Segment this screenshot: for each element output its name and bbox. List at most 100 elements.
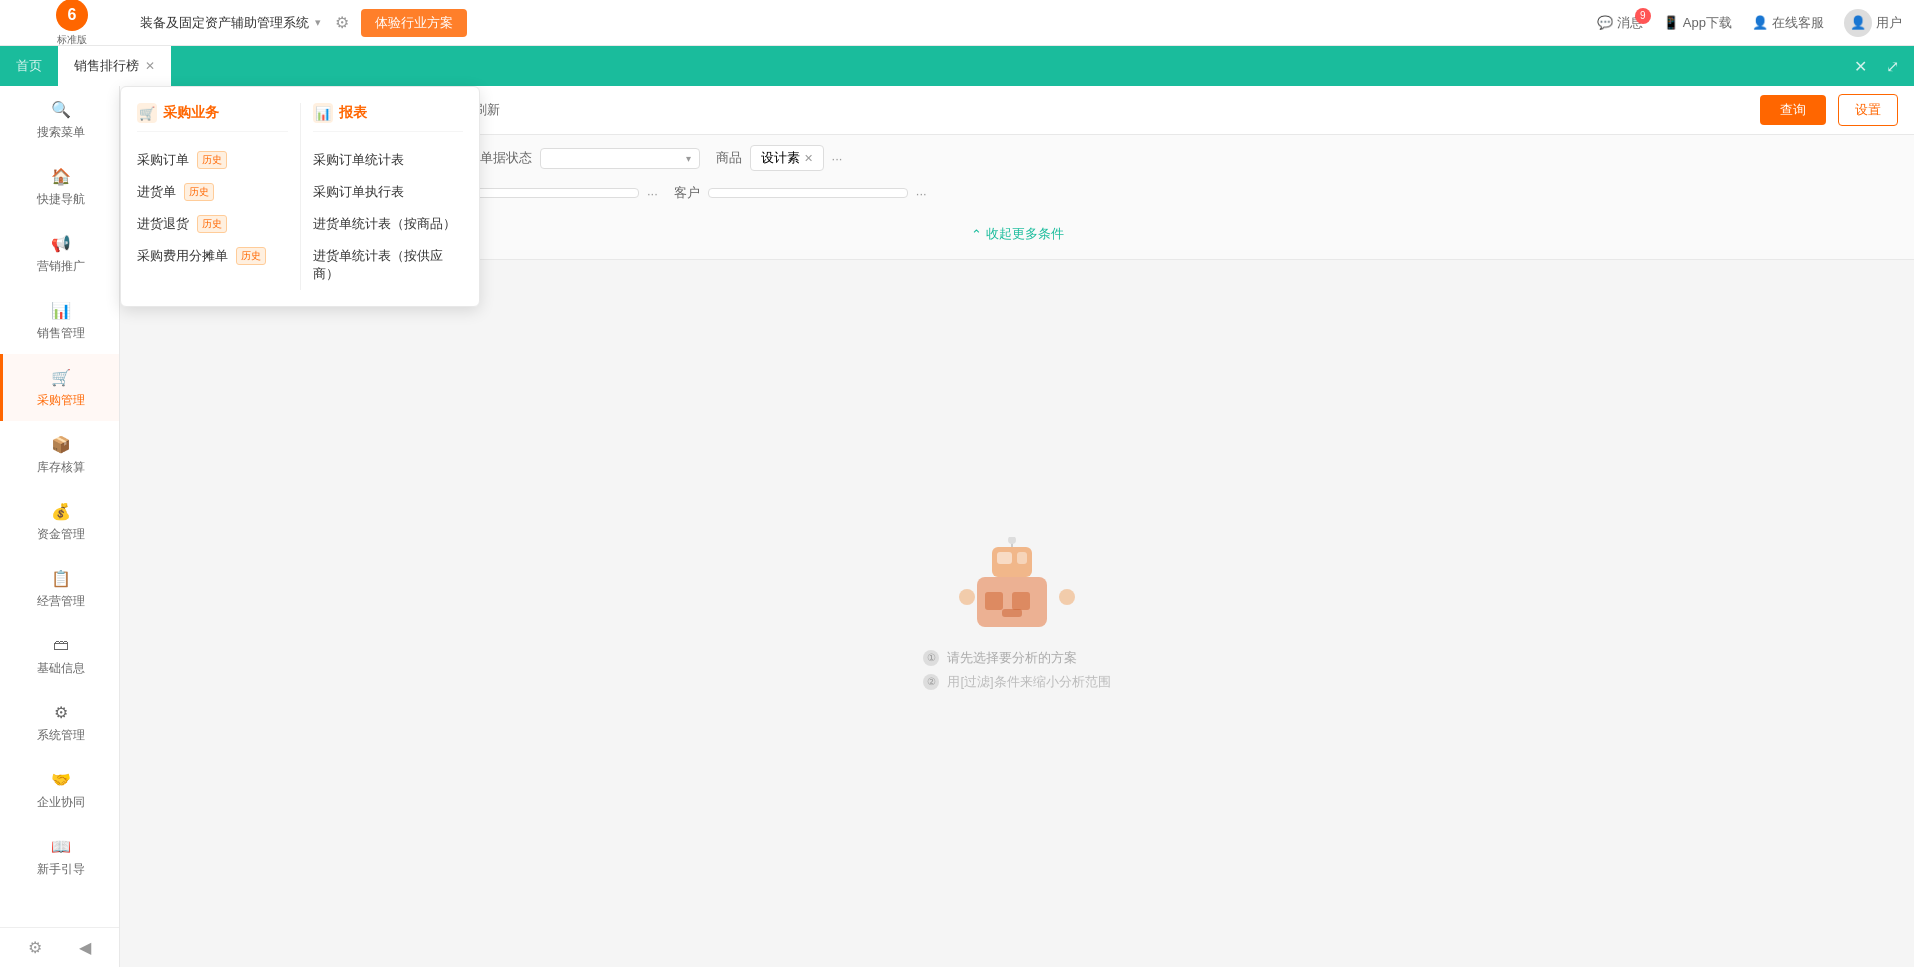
tab-home[interactable]: 首页 xyxy=(0,46,58,86)
sidebar-item-marketing-label: 营销推广 xyxy=(37,258,85,275)
sidebar-item-system[interactable]: ⚙ 系统管理 xyxy=(0,689,119,756)
empty-icon-svg xyxy=(957,537,1077,637)
hist-badge-0: 历史 xyxy=(197,151,227,169)
sidebar-item-quicknav[interactable]: 🏠 快捷导航 xyxy=(0,153,119,220)
report-po-exec-item[interactable]: 采购订单执行表 xyxy=(313,176,464,208)
empty-steps: ① 请先选择要分析的方案 ② 用[过滤]条件来缩小分析范围 xyxy=(923,649,1110,691)
sidebar-item-operation-label: 经营管理 xyxy=(37,593,85,610)
collapse-label: 收起更多条件 xyxy=(986,225,1064,243)
sidebar-item-sales-label: 销售管理 xyxy=(37,325,85,342)
settings-icon[interactable]: ⚙ xyxy=(335,13,349,32)
system-title-area: 装备及固定资产辅助管理系统 ▾ ⚙ xyxy=(140,13,349,32)
marketing-icon: 📢 xyxy=(50,232,72,254)
report-title-text: 报表 xyxy=(339,104,367,122)
goods-tag-remove-icon[interactable]: ✕ xyxy=(804,152,813,165)
report-po-stat-item[interactable]: 采购订单统计表 xyxy=(313,144,464,176)
purchase-expense-label: 采购费用分摊单 xyxy=(137,247,228,265)
sidebar-item-system-label: 系统管理 xyxy=(37,727,85,744)
goods-more-icon[interactable]: ··· xyxy=(832,151,843,166)
user-btn[interactable]: 👤 用户 xyxy=(1844,9,1902,37)
purchase-icon: 🛒 xyxy=(50,366,72,388)
system-icon: ⚙ xyxy=(50,701,72,723)
guide-icon: 📖 xyxy=(50,835,72,857)
purchase-order-item[interactable]: 采购订单 历史 xyxy=(137,144,288,176)
phone-icon: 📱 xyxy=(1663,15,1679,30)
purchase-title-text: 采购业务 xyxy=(163,104,219,122)
collapse-up-icon: ⌃ xyxy=(971,227,982,242)
report-section-title: 📊 报表 xyxy=(313,103,464,132)
tab-maximize-icon[interactable]: ⤢ xyxy=(1878,52,1906,80)
home-icon: 🏠 xyxy=(50,165,72,187)
cooperation-icon: 🤝 xyxy=(50,768,72,790)
message-badge: 9 xyxy=(1635,8,1651,24)
query-btn[interactable]: 查询 xyxy=(1760,95,1826,125)
svg-rect-2 xyxy=(997,552,1012,564)
tab-bar: 首页 销售排行榜 ✕ ✕ ⤢ xyxy=(0,46,1914,86)
sidebar-item-search[interactable]: 🔍 搜索菜单 xyxy=(0,86,119,153)
sidebar-item-purchase[interactable]: 🛒 采购管理 xyxy=(0,354,119,421)
sidebar-item-basic[interactable]: 🗃 基础信息 xyxy=(0,622,119,689)
dropdown-divider xyxy=(300,103,301,290)
tab-bar-right: ✕ ⤢ xyxy=(1846,52,1914,80)
tab-close-window-icon[interactable]: ✕ xyxy=(1846,52,1874,80)
basic-icon: 🗃 xyxy=(50,634,72,656)
hist-badge-1: 历史 xyxy=(184,183,214,201)
report-receipt-supplier-item[interactable]: 进货单统计表（按供应商） xyxy=(313,240,464,290)
purchase-receipt-label: 进货单 xyxy=(137,183,176,201)
purchase-receipt-item[interactable]: 进货单 历史 xyxy=(137,176,288,208)
customer-select[interactable] xyxy=(708,188,908,198)
salesperson-more-icon[interactable]: ··· xyxy=(647,186,658,201)
svg-point-10 xyxy=(1008,537,1016,544)
purchase-expense-item[interactable]: 采购费用分摊单 历史 xyxy=(137,240,288,272)
sidebar-item-guide[interactable]: 📖 新手引导 xyxy=(0,823,119,890)
sidebar-item-cooperation[interactable]: 🤝 企业协同 xyxy=(0,756,119,823)
message-icon: 💬 xyxy=(1597,15,1613,30)
tab-home-label: 首页 xyxy=(16,57,42,75)
svg-rect-4 xyxy=(985,592,1003,610)
purchase-section-icon: 🛒 xyxy=(137,103,157,123)
top-bar: 6 标准版 装备及固定资产辅助管理系统 ▾ ⚙ 体验行业方案 💬 消息 9 📱 … xyxy=(0,0,1914,46)
report-section-icon: 📊 xyxy=(313,103,333,123)
sidebar-item-operation[interactable]: 📋 经营管理 xyxy=(0,555,119,622)
online-service-label: 在线客服 xyxy=(1772,14,1824,32)
tab-sales-rank[interactable]: 销售排行榜 ✕ xyxy=(58,46,171,86)
tab-close-icon[interactable]: ✕ xyxy=(145,59,155,73)
sidebar-collapse-icon[interactable]: ◀ xyxy=(79,938,91,957)
status-chevron-icon: ▾ xyxy=(686,153,691,164)
filter-status-item: 单据状态 ▾ xyxy=(480,148,700,169)
user-avatar: 👤 xyxy=(1844,9,1872,37)
sidebar-item-guide-label: 新手引导 xyxy=(37,861,85,878)
svg-point-6 xyxy=(959,589,975,605)
sidebar-item-basic-label: 基础信息 xyxy=(37,660,85,677)
system-title-text: 装备及固定资产辅助管理系统 xyxy=(140,14,309,32)
toolbar-right: 查询 设置 xyxy=(1760,94,1898,126)
hist-badge-2: 历史 xyxy=(197,215,227,233)
report-receipt-goods-label: 进货单统计表（按商品） xyxy=(313,215,456,233)
report-receipt-goods-item[interactable]: 进货单统计表（按商品） xyxy=(313,208,464,240)
purchase-return-label: 进货退货 xyxy=(137,215,189,233)
set-btn[interactable]: 设置 xyxy=(1838,94,1898,126)
finance-icon: 💰 xyxy=(50,500,72,522)
sidebar-item-cooperation-label: 企业协同 xyxy=(37,794,85,811)
purchase-return-item[interactable]: 进货退货 历史 xyxy=(137,208,288,240)
industry-btn[interactable]: 体验行业方案 xyxy=(361,9,467,37)
svg-rect-3 xyxy=(1017,552,1027,564)
hist-badge-3: 历史 xyxy=(236,247,266,265)
message-btn[interactable]: 💬 消息 9 xyxy=(1597,14,1643,32)
empty-state: ① 请先选择要分析的方案 ② 用[过滤]条件来缩小分析范围 xyxy=(120,260,1914,967)
sidebar-settings-icon[interactable]: ⚙ xyxy=(28,938,42,957)
customer-more-icon[interactable]: ··· xyxy=(916,186,927,201)
sidebar-item-finance-label: 资金管理 xyxy=(37,526,85,543)
chevron-down-icon[interactable]: ▾ xyxy=(315,16,321,29)
status-select[interactable]: ▾ xyxy=(540,148,700,169)
sidebar: 🔍 搜索菜单 🏠 快捷导航 📢 营销推广 📊 销售管理 🛒 采购管理 📦 库存核… xyxy=(0,86,120,967)
sidebar-item-inventory[interactable]: 📦 库存核算 xyxy=(0,421,119,488)
app-download-btn[interactable]: 📱 App下载 xyxy=(1663,14,1732,32)
online-service-btn[interactable]: 👤 在线客服 xyxy=(1752,14,1824,32)
sidebar-item-marketing[interactable]: 📢 营销推广 xyxy=(0,220,119,287)
sidebar-item-sales[interactable]: 📊 销售管理 xyxy=(0,287,119,354)
sales-icon: 📊 xyxy=(50,299,72,321)
sidebar-item-finance[interactable]: 💰 资金管理 xyxy=(0,488,119,555)
logo-char: 6 xyxy=(68,6,77,24)
operation-icon: 📋 xyxy=(50,567,72,589)
